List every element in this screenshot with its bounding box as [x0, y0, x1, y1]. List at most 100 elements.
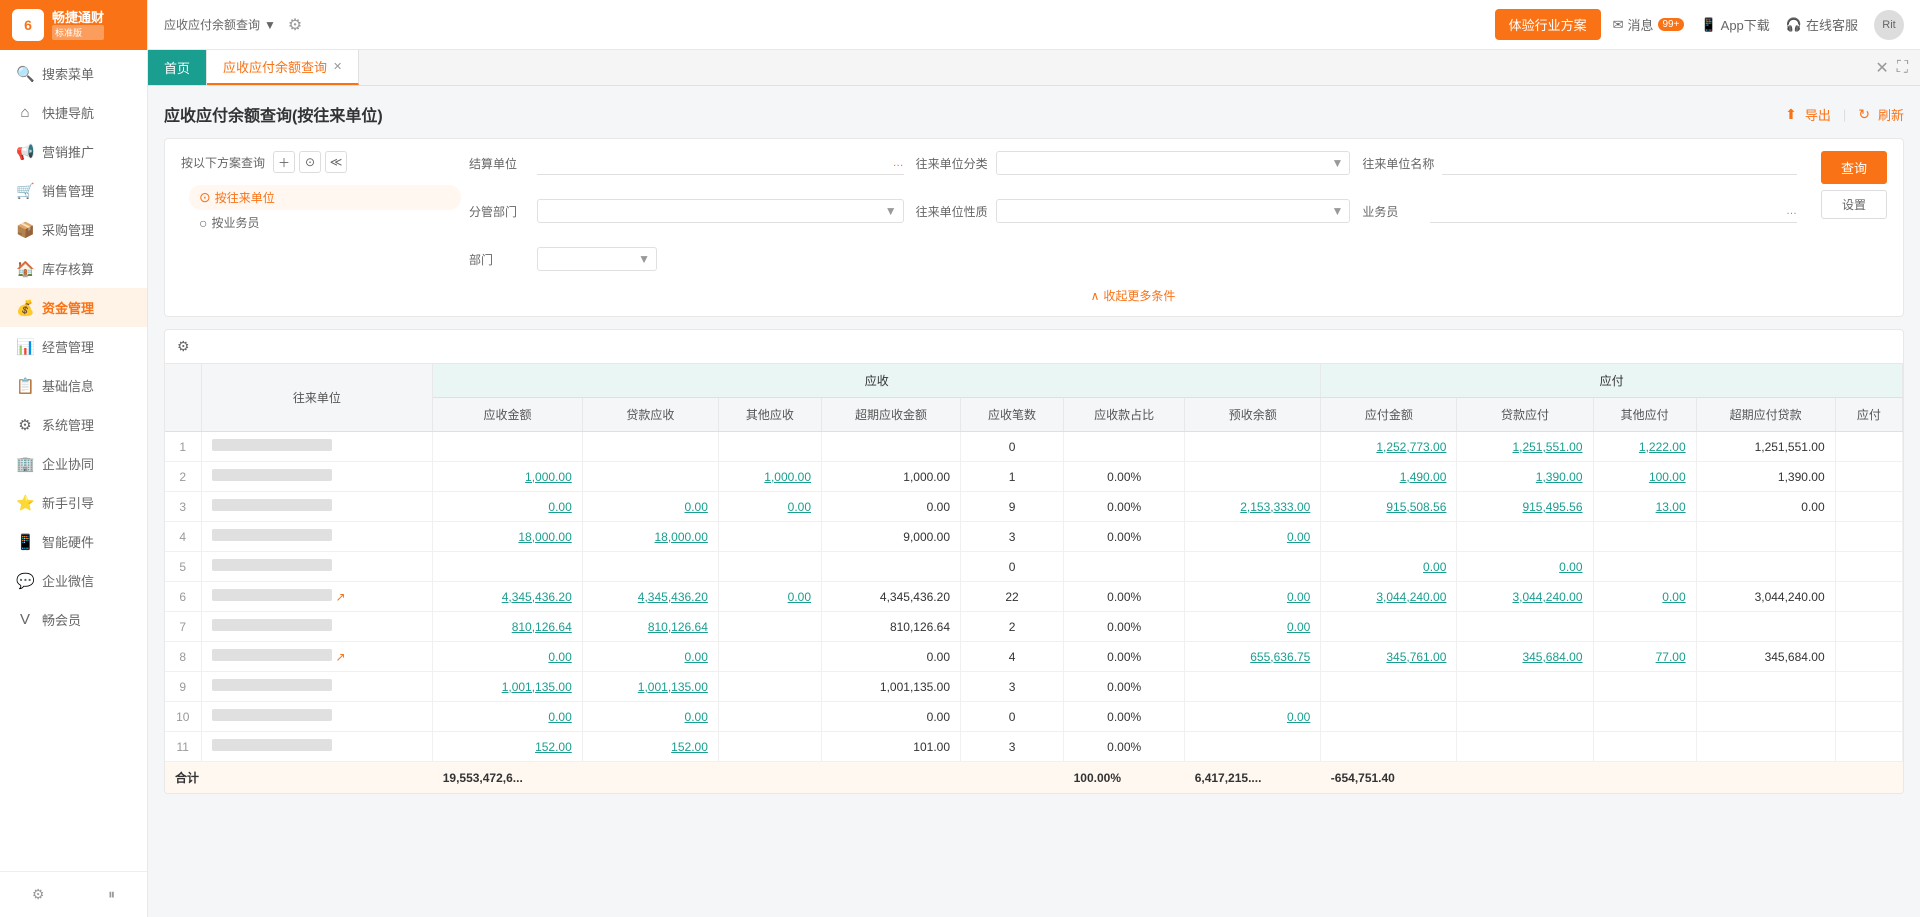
- counterpart-category-arrow[interactable]: ▼: [1331, 156, 1343, 170]
- field-department: 部门 ▼: [469, 247, 657, 271]
- topbar-settings-icon[interactable]: ⚙: [288, 15, 302, 35]
- collapse-method-btn[interactable]: ≪: [325, 151, 347, 173]
- add-method-btn[interactable]: ＋: [273, 151, 295, 173]
- sidebar-item-operations[interactable]: 📊经营管理: [0, 327, 147, 366]
- sidebar-item-smart[interactable]: 📱智能硬件: [0, 522, 147, 561]
- method-by-salesperson[interactable]: ○ 按业务员: [189, 210, 461, 235]
- row-other-ap: [1593, 672, 1696, 702]
- tab-arbalance-label: 应收应付余额查询: [223, 57, 327, 76]
- row-ap-extra: [1835, 702, 1902, 732]
- row-advance-balance: [1185, 432, 1321, 462]
- footer-advance-balance: 6,417,215....: [1185, 762, 1321, 794]
- salesperson-input[interactable]: [1430, 200, 1786, 222]
- th-ar-ratio: 应收款占比: [1064, 398, 1185, 432]
- tab-close-btn[interactable]: ✕: [333, 60, 342, 73]
- sidebar-collapse-btn[interactable]: ⏸: [102, 880, 121, 909]
- row-ap-amount: 0.00: [1321, 552, 1457, 582]
- tab-home[interactable]: 首页: [148, 50, 207, 85]
- query-button[interactable]: 查询: [1821, 151, 1887, 184]
- user-avatar[interactable]: Rit: [1874, 10, 1904, 40]
- tab-end-actions: ✕ ⛶: [359, 50, 1920, 85]
- counterpart-nature-arrow[interactable]: ▼: [1331, 204, 1343, 218]
- row-ar-amount: 1,001,135.00: [433, 672, 583, 702]
- footer-loan-ar: [582, 762, 718, 794]
- row-ar-count: 1: [961, 462, 1064, 492]
- tab-close-window-btn[interactable]: ✕: [1875, 58, 1888, 78]
- sidebar-item-search[interactable]: 🔍搜索菜单: [0, 54, 147, 93]
- sidebar-item-quicknav[interactable]: ⌂快捷导航: [0, 93, 147, 132]
- table-settings-icon[interactable]: ⚙: [177, 338, 190, 355]
- refresh-label[interactable]: 刷新: [1878, 105, 1904, 124]
- row-overdue-ap: [1696, 672, 1835, 702]
- sidebar-item-member[interactable]: V畅会员: [0, 600, 147, 639]
- row-other-ar: [718, 522, 821, 552]
- sidebar-item-wechat[interactable]: 💬企业微信: [0, 561, 147, 600]
- sidebar-settings-btn[interactable]: ⚙: [26, 880, 51, 909]
- footer-other-ap: [1593, 762, 1696, 794]
- tab-maximize-btn[interactable]: ⛶: [1897, 59, 1908, 77]
- row-loan-ap: 0.00: [1457, 552, 1593, 582]
- sidebar-item-inventory[interactable]: 🏠库存核算: [0, 249, 147, 288]
- promo-button[interactable]: 体验行业方案: [1495, 9, 1601, 40]
- row-ar-count: 2: [961, 612, 1064, 642]
- tab-arbalance[interactable]: 应收应付余额查询 ✕: [207, 50, 359, 85]
- row-overdue-ap: 1,390.00: [1696, 462, 1835, 492]
- row-idx: 11: [165, 732, 201, 762]
- app-download-action[interactable]: 📱 App下载: [1700, 15, 1769, 34]
- app-download-label: App下载: [1721, 15, 1770, 34]
- method-by-unit[interactable]: ⊙ 按往来单位: [189, 185, 461, 210]
- row-ar-ratio: [1064, 432, 1185, 462]
- row-overdue-ap: [1696, 732, 1835, 762]
- messages-action[interactable]: ✉ 消息 99+: [1613, 15, 1685, 34]
- sidebar-item-marketing[interactable]: 📢营销推广: [0, 132, 147, 171]
- sidebar-item-system[interactable]: ⚙系统管理: [0, 405, 147, 444]
- export-label[interactable]: 导出: [1805, 105, 1831, 124]
- th-ar-amount: 应收金额: [433, 398, 583, 432]
- salesperson-more[interactable]: …: [1786, 205, 1797, 217]
- row-overdue-ap: 0.00: [1696, 492, 1835, 522]
- th-advance-balance: 预收余额: [1185, 398, 1321, 432]
- row-unit: [201, 522, 433, 552]
- online-service-action[interactable]: 🎧 在线客服: [1786, 15, 1858, 34]
- setting-button[interactable]: 设置: [1821, 190, 1887, 219]
- tab-home-label: 首页: [164, 58, 190, 77]
- logo-text: 畅捷通财: [52, 10, 104, 26]
- row-ap-amount: [1321, 672, 1457, 702]
- settlement-unit-more[interactable]: …: [893, 157, 904, 169]
- row-ap-extra: [1835, 582, 1902, 612]
- row-unit: [201, 672, 433, 702]
- row-idx: 9: [165, 672, 201, 702]
- sidebar-item-basic[interactable]: 📋基础信息: [0, 366, 147, 405]
- sidebar-item-capital[interactable]: 💰资金管理: [0, 288, 147, 327]
- row-ar-amount: 0.00: [433, 642, 583, 672]
- row-advance-balance: [1185, 552, 1321, 582]
- sidebar-item-purchase[interactable]: 📦采购管理: [0, 210, 147, 249]
- dept-in-charge-arrow[interactable]: ▼: [885, 204, 897, 218]
- row-loan-ar: 152.00: [582, 732, 718, 762]
- search-row-1: 结算单位 … 往来单位分类: [469, 151, 1797, 175]
- row-unit: ↗: [201, 642, 433, 672]
- row-unit: [201, 702, 433, 732]
- department-arrow[interactable]: ▼: [638, 252, 650, 266]
- sidebar-item-sales[interactable]: 🛒销售管理: [0, 171, 147, 210]
- edit-method-btn[interactable]: ⊙: [299, 151, 321, 173]
- row-advance-balance: 0.00: [1185, 612, 1321, 642]
- row-ar-count: 3: [961, 522, 1064, 552]
- sidebar-item-guide[interactable]: ⭐新手引导: [0, 483, 147, 522]
- row-idx: 2: [165, 462, 201, 492]
- logo-icon: 6: [12, 9, 44, 41]
- footer-other-ar: [718, 762, 821, 794]
- row-ap-extra: [1835, 552, 1902, 582]
- row-unit: [201, 462, 433, 492]
- row-loan-ar: 0.00: [582, 492, 718, 522]
- counterpart-name-input[interactable]: [1442, 152, 1797, 175]
- topbar-breadcrumb: 应收应付余额查询 ▼: [164, 16, 276, 33]
- row-other-ap: 1,222.00: [1593, 432, 1696, 462]
- th-loan-ar: 贷款应收: [582, 398, 718, 432]
- settlement-unit-input[interactable]: [537, 152, 893, 174]
- sidebar-item-enterprise[interactable]: 🏢企业协同: [0, 444, 147, 483]
- collapse-btn[interactable]: ∧ 收起更多条件: [469, 287, 1797, 304]
- search-row-3: 部门 ▼: [469, 247, 1797, 271]
- data-table: 往来单位 应收 应付 应收金额 贷款应收 其他应收 超期应收金额 应收笔数 应收…: [165, 364, 1903, 793]
- table-row: 5 0 0.00 0.00: [165, 552, 1903, 582]
